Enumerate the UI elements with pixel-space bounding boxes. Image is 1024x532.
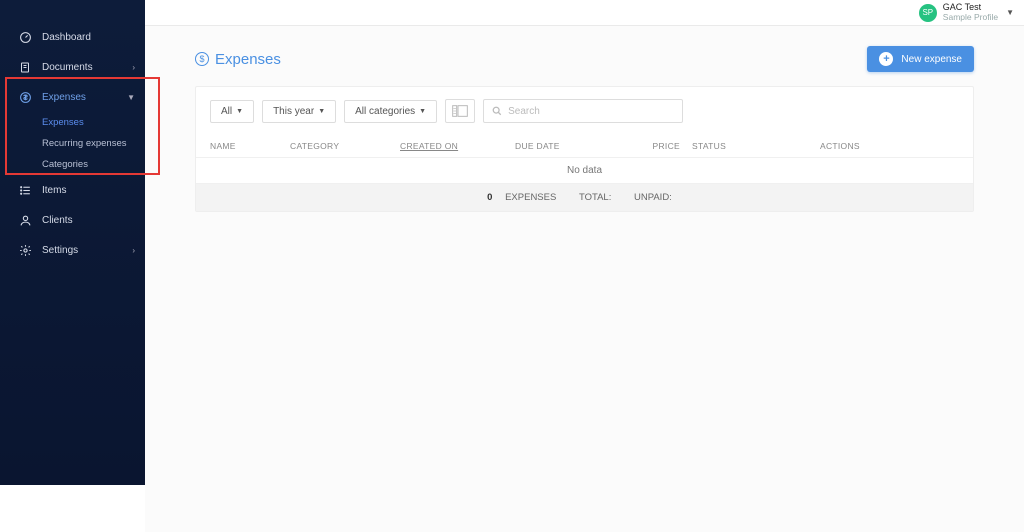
dollar-circle-icon: $: [195, 52, 209, 66]
filter-scope[interactable]: All▼: [210, 100, 254, 123]
document-icon: [18, 60, 32, 74]
sidebar-label: Expenses: [42, 92, 86, 103]
sidebar-item-documents[interactable]: Documents ›: [0, 52, 145, 82]
table-header: NAME CATEGORY CREATED ON DUE DATE PRICE …: [196, 135, 973, 157]
table-footer: 0 EXPENSES TOTAL: UNPAID:: [196, 184, 973, 211]
chevron-right-icon: ›: [132, 246, 135, 255]
profile-name: Sample Profile: [943, 13, 998, 22]
sidebar-sub-categories[interactable]: Categories: [0, 154, 145, 175]
caret-down-icon: ▼: [419, 108, 426, 115]
sidebar-item-expenses[interactable]: Expenses ▼: [0, 82, 145, 112]
col-price[interactable]: PRICE: [650, 141, 680, 151]
sidebar-sub-expenses[interactable]: Expenses: [0, 112, 145, 133]
filter-bar: All▼ This year▼ All categories▼: [196, 87, 973, 135]
main: SP GAC Test Sample Profile ▼ $ Expenses …: [145, 0, 1024, 532]
expenses-panel: All▼ This year▼ All categories▼: [195, 86, 974, 212]
sidebar-item-dashboard[interactable]: Dashboard: [0, 22, 145, 52]
sidebar-sub-recurring[interactable]: Recurring expenses: [0, 133, 145, 154]
col-category[interactable]: CATEGORY: [290, 141, 400, 151]
footer-count-label: EXPENSES: [505, 192, 556, 203]
caret-down-icon: ▼: [236, 108, 243, 115]
plus-icon: +: [879, 52, 893, 66]
sidebar-item-settings[interactable]: Settings ›: [0, 235, 145, 265]
caret-down-icon: ▼: [318, 108, 325, 115]
search-icon: [492, 106, 502, 116]
col-name[interactable]: NAME: [210, 141, 290, 151]
filter-category[interactable]: All categories▼: [344, 100, 437, 123]
col-actions: ACTIONS: [760, 141, 959, 151]
table-empty: No data: [196, 157, 973, 184]
caret-down-icon[interactable]: ▼: [1006, 8, 1014, 17]
gear-icon: [18, 243, 32, 257]
sidebar-label: Items: [42, 185, 66, 196]
sidebar-label: Dashboard: [42, 32, 91, 43]
list-icon: [18, 183, 32, 197]
col-status[interactable]: STATUS: [680, 141, 760, 151]
new-expense-button[interactable]: + New expense: [867, 46, 974, 72]
avatar[interactable]: SP: [919, 4, 937, 22]
person-icon: [18, 213, 32, 227]
footer-count: 0: [487, 192, 492, 203]
sidebar-label: Clients: [42, 215, 73, 226]
dollar-circle-icon: [18, 90, 32, 104]
gauge-icon: [18, 30, 32, 44]
sidebar-item-clients[interactable]: Clients: [0, 205, 145, 235]
filter-period[interactable]: This year▼: [262, 100, 336, 123]
sidebar-item-items[interactable]: Items: [0, 175, 145, 205]
columns-icon: [452, 105, 468, 117]
sidebar: Dashboard Documents › Expenses ▼ Expense…: [0, 0, 145, 485]
caret-down-icon: ▼: [127, 93, 135, 102]
page-title: $ Expenses: [195, 51, 281, 68]
col-created-on[interactable]: CREATED ON: [400, 141, 515, 151]
sidebar-label: Documents: [42, 62, 93, 73]
view-toggle-button[interactable]: [445, 99, 475, 123]
topbar: SP GAC Test Sample Profile ▼: [145, 0, 1024, 26]
search-box[interactable]: [483, 99, 683, 123]
chevron-right-icon: ›: [132, 63, 135, 72]
footer-unpaid-label: UNPAID:: [634, 192, 672, 203]
footer-total-label: TOTAL:: [579, 192, 611, 203]
sidebar-label: Settings: [42, 245, 78, 256]
col-due-date[interactable]: DUE DATE: [515, 141, 650, 151]
profile-block[interactable]: GAC Test Sample Profile: [943, 3, 998, 22]
search-input[interactable]: [508, 106, 674, 117]
